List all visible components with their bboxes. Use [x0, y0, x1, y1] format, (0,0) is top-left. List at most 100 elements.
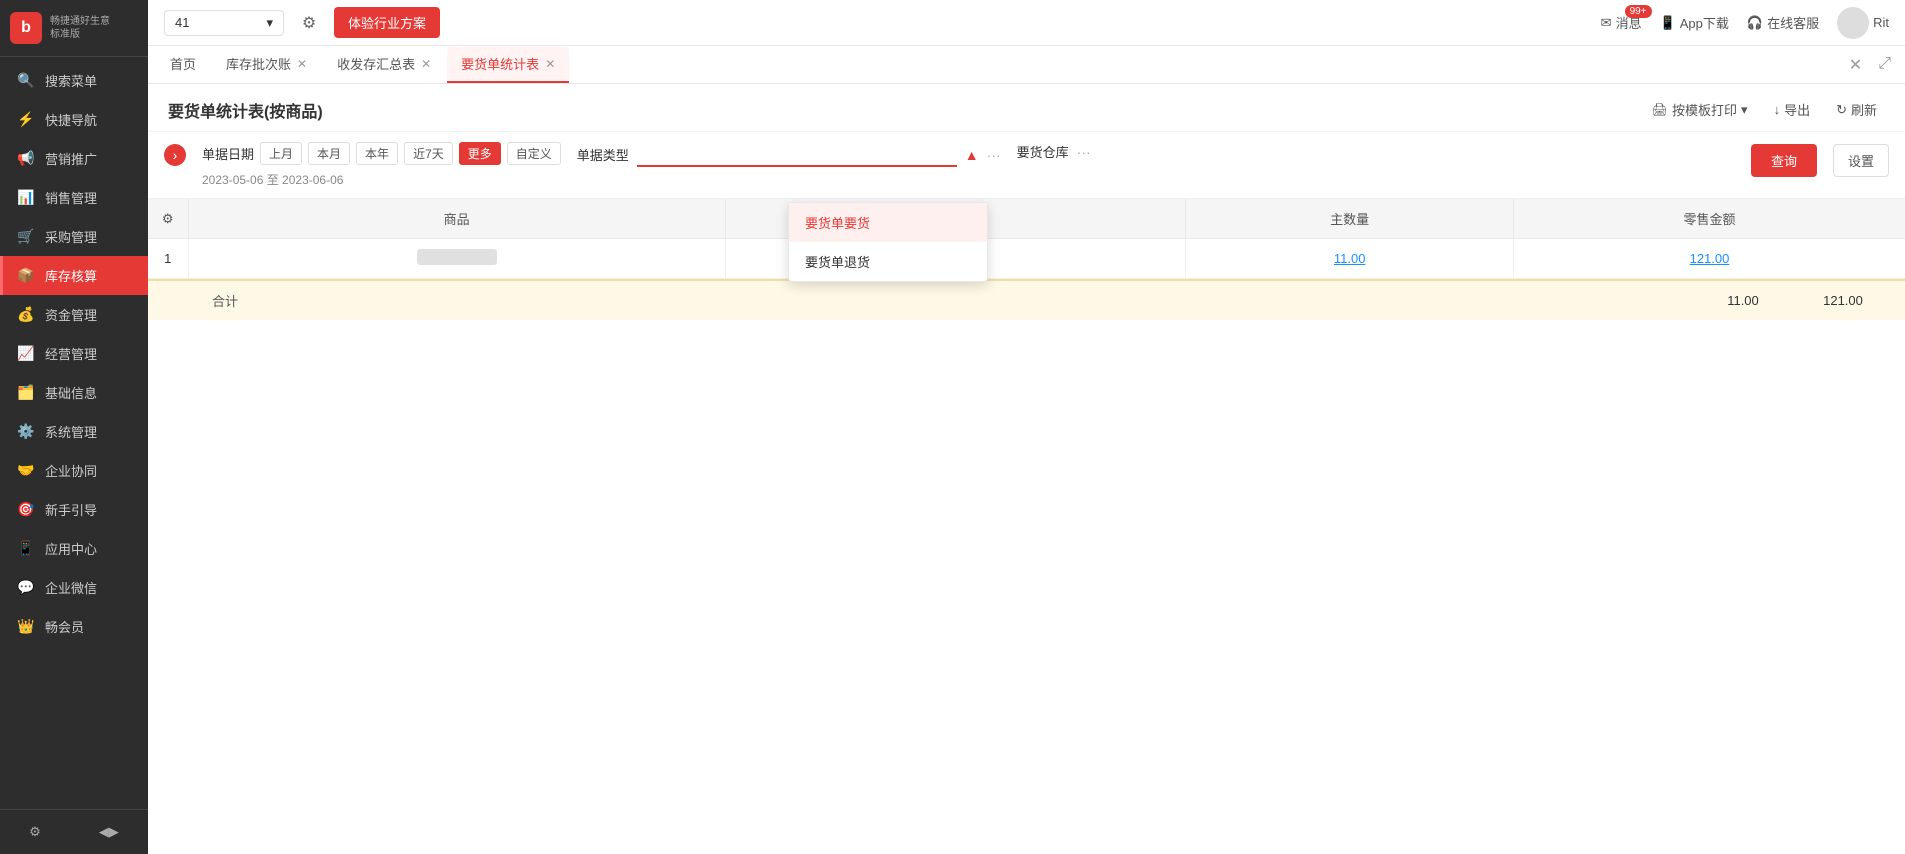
warehouse-label: 要货仓库: [1017, 142, 1069, 161]
page-actions: 🖨 按模板打印 ▾ ↓ 导出 ↻ 刷新: [1644, 96, 1886, 123]
print-btn[interactable]: 🖨 按模板打印 ▾: [1644, 96, 1756, 123]
tabs-bar: 首页 库存批次账 ✕ 收发存汇总表 ✕ 要货单统计表 ✕ ✕ ⤢: [148, 46, 1905, 84]
refresh-icon: ↻: [1836, 102, 1847, 118]
sidebar-item-purchase[interactable]: 🛒 采购管理: [0, 217, 148, 256]
chart-icon: 📊: [17, 189, 35, 207]
tab-batch[interactable]: 库存批次账 ✕: [212, 47, 321, 83]
dropdown-item-order-return[interactable]: 要货单退货: [789, 242, 987, 281]
industry-btn[interactable]: 体验行业方案: [334, 7, 440, 38]
company-selector[interactable]: 41 ▾: [164, 10, 284, 36]
type-filter-row: 单据类型 ▲ ···: [577, 142, 1001, 167]
settings-btn[interactable]: ⚙: [23, 818, 47, 846]
page-inner: 要货单统计表(按商品) 🖨 按模板打印 ▾ ↓ 导出 ↻ 刷新: [148, 84, 1905, 854]
th-amount: 零售金额: [1513, 199, 1905, 239]
close-batch-icon[interactable]: ✕: [297, 57, 307, 71]
logo-icon: b: [10, 12, 42, 44]
topbar-right: ✉ 消息 99+ 📱 App下载 🎧 在线客服 Rit: [1601, 7, 1889, 39]
warehouse-filter-group: 要货仓库 ···: [1017, 142, 1091, 161]
type-label: 单据类型: [577, 145, 629, 164]
sidebar-item-system[interactable]: ⚙️ 系统管理: [0, 412, 148, 451]
box-icon: 📦: [17, 267, 35, 285]
date-btn-custom[interactable]: 自定义: [507, 142, 561, 165]
sidebar-item-wechat[interactable]: 💬 企业微信: [0, 568, 148, 607]
tab-order-stats[interactable]: 要货单统计表 ✕: [447, 47, 569, 83]
sidebar-item-guide[interactable]: 🎯 新手引导: [0, 490, 148, 529]
th-settings[interactable]: ⚙: [148, 199, 188, 239]
page-header: 要货单统计表(按商品) 🖨 按模板打印 ▾ ↓ 导出 ↻ 刷新: [148, 84, 1905, 132]
tab-expand-icon[interactable]: ⤢: [1872, 55, 1897, 75]
table-footer: 合计 11.00 121.00: [148, 279, 1905, 320]
tab-summary[interactable]: 收发存汇总表 ✕: [323, 47, 445, 83]
export-btn[interactable]: ↓ 导出: [1766, 96, 1819, 123]
search-icon: 🔍: [17, 72, 35, 90]
td-product: [188, 239, 725, 279]
close-order-stats-icon[interactable]: ✕: [545, 57, 555, 71]
lightning-icon: ⚡: [17, 111, 35, 129]
crown-icon: 👑: [17, 618, 35, 636]
topbar: 41 ▾ ⚙ 体验行业方案 ✉ 消息 99+ 📱 App下载 🎧 在线客服 R: [148, 0, 1905, 46]
filter-settings-btn[interactable]: 设置: [1833, 144, 1889, 177]
query-btn[interactable]: 查询: [1751, 144, 1817, 177]
user-area[interactable]: Rit: [1837, 7, 1889, 39]
sidebar: b 畅捷通好生意 标准版 🔍 搜索菜单 ⚡ 快捷导航 📢 营销推广 📊 销售管理…: [0, 0, 148, 854]
date-range: 2023-05-06 至 2023-06-06: [202, 171, 561, 188]
tab-close-all-icon[interactable]: ✕: [1843, 55, 1868, 75]
message-item[interactable]: ✉ 消息 99+: [1601, 13, 1642, 32]
close-summary-icon[interactable]: ✕: [421, 57, 431, 71]
topbar-gear-icon[interactable]: ⚙: [294, 8, 324, 38]
table-settings-icon[interactable]: ⚙: [162, 211, 174, 226]
chevron-down-icon: ▾: [266, 15, 273, 31]
type-input[interactable]: [637, 142, 957, 167]
sidebar-item-sales[interactable]: 📊 销售管理: [0, 178, 148, 217]
topbar-left: 41 ▾ ⚙ 体验行业方案: [164, 7, 440, 38]
dropdown-item-order-request[interactable]: 要货单要货: [789, 203, 987, 242]
refresh-btn[interactable]: ↻ 刷新: [1828, 96, 1885, 123]
download-item[interactable]: 📱 App下载: [1660, 13, 1729, 32]
footer-quantity: 11.00: [1693, 293, 1793, 308]
sidebar-item-operations[interactable]: 📈 经营管理: [0, 334, 148, 373]
date-btn-more[interactable]: 更多: [459, 142, 501, 165]
td-amount: 121.00: [1513, 239, 1905, 279]
handshake-icon: 🤝: [17, 462, 35, 480]
td-quantity: 11.00: [1186, 239, 1514, 279]
date-filter-group: 单据日期 上月 本月 本年 近7天 更多 自定义 2023-05-06 至 20…: [202, 142, 561, 188]
date-options: 单据日期 上月 本月 本年 近7天 更多 自定义: [202, 142, 561, 165]
message-icon: ✉: [1601, 15, 1612, 31]
sidebar-item-search[interactable]: 🔍 搜索菜单: [0, 61, 148, 100]
sidebar-item-quick[interactable]: ⚡ 快捷导航: [0, 100, 148, 139]
cart-icon: 🛒: [17, 228, 35, 246]
date-btn-last-month[interactable]: 上月: [260, 142, 302, 165]
user-avatar: [1837, 7, 1869, 39]
date-btn-this-month[interactable]: 本月: [308, 142, 350, 165]
money-icon: 💰: [17, 306, 35, 324]
date-btn-this-year[interactable]: 本年: [356, 142, 398, 165]
service-item[interactable]: 🎧 在线客服: [1747, 13, 1819, 32]
filter-expand-btn[interactable]: ›: [164, 144, 186, 166]
sidebar-item-finance[interactable]: 💰 资金管理: [0, 295, 148, 334]
sidebar-item-app-center[interactable]: 📱 应用中心: [0, 529, 148, 568]
page-content: 要货单统计表(按商品) 🖨 按模板打印 ▾ ↓ 导出 ↻ 刷新: [148, 84, 1905, 854]
data-table: ⚙ 商品 主计量单位 主数量 零售金额 1: [148, 199, 1905, 279]
logo-text: 畅捷通好生意 标准版: [50, 15, 110, 41]
type-dropdown: 要货单要货 要货单退货: [788, 202, 988, 282]
download-icon: 📱: [1660, 15, 1676, 31]
megaphone-icon: 📢: [17, 150, 35, 168]
warehouse-more-icon[interactable]: ···: [1077, 144, 1091, 160]
collapse-btn[interactable]: ◀▶: [93, 818, 125, 846]
trending-icon: 📈: [17, 345, 35, 363]
sidebar-item-enterprise[interactable]: 🤝 企业协同: [0, 451, 148, 490]
sidebar-item-basic[interactable]: 🗂️ 基础信息: [0, 373, 148, 412]
logo-area: b 畅捷通好生意 标准版: [0, 0, 148, 57]
sidebar-bottom: ⚙ ◀▶: [0, 809, 148, 854]
sidebar-item-marketing[interactable]: 📢 营销推广: [0, 139, 148, 178]
footer-total-label: 合计: [200, 291, 250, 310]
type-arrow-icon[interactable]: ▲: [965, 147, 979, 163]
gear-icon: ⚙️: [17, 423, 35, 441]
date-btn-7days[interactable]: 近7天: [404, 142, 453, 165]
sidebar-item-vip[interactable]: 👑 畅会员: [0, 607, 148, 646]
export-icon: ↓: [1774, 102, 1781, 117]
sidebar-item-inventory[interactable]: 📦 库存核算: [0, 256, 148, 295]
tab-home[interactable]: 首页: [156, 47, 210, 83]
type-more-icon[interactable]: ···: [987, 147, 1001, 163]
folder-icon: 🗂️: [17, 384, 35, 402]
